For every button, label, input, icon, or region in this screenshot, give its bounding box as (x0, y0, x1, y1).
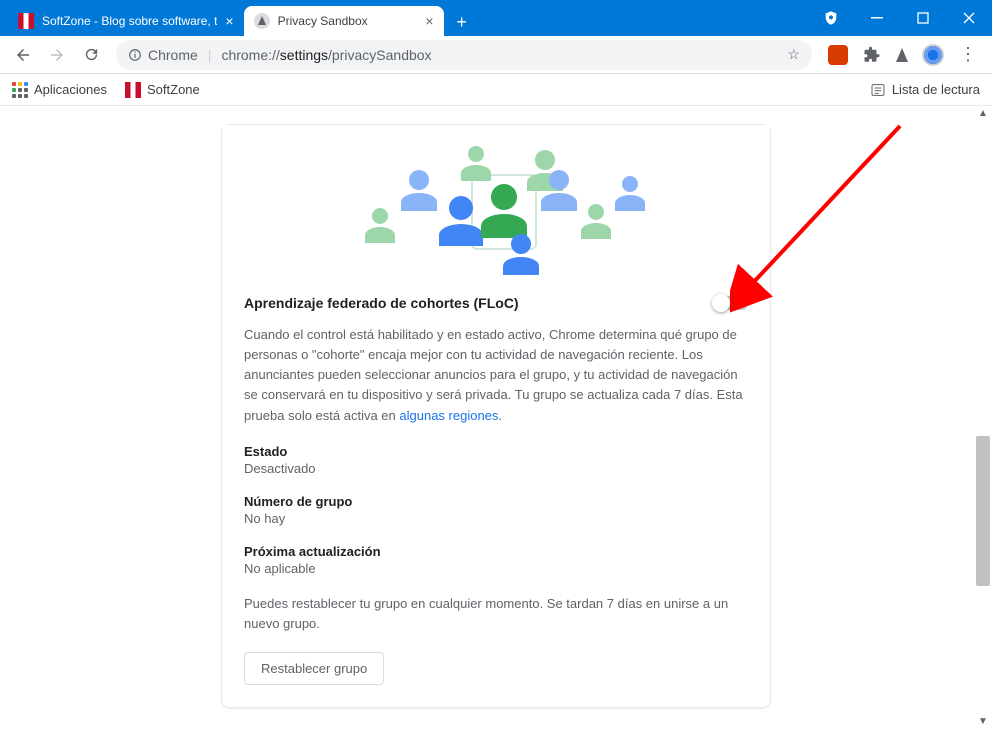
bookmarks-bar: Aplicaciones SoftZone Lista de lectura (0, 74, 992, 106)
scroll-up-icon[interactable]: ▲ (976, 106, 990, 120)
next-update-field: Próxima actualización No aplicable (244, 544, 748, 576)
tab-title: SoftZone - Blog sobre software, t (42, 14, 217, 28)
person-highlight-icon (481, 184, 527, 238)
account-shield-icon[interactable] (808, 0, 854, 36)
tab-privacy-sandbox[interactable]: Privacy Sandbox × (244, 6, 444, 36)
tab-title: Privacy Sandbox (278, 14, 418, 28)
person-icon (615, 176, 645, 211)
person-icon (581, 204, 611, 239)
group-label: Número de grupo (244, 494, 748, 509)
page-viewport: Aprendizaje federado de cohortes (FLoC) … (0, 106, 992, 744)
scroll-down-icon[interactable]: ▼ (976, 714, 990, 728)
titlebar: SoftZone - Blog sobre software, t × Priv… (0, 0, 992, 36)
next-label: Próxima actualización (244, 544, 748, 559)
reload-button[interactable] (76, 40, 106, 70)
address-bar[interactable]: Chrome | chrome://settings/privacySandbo… (116, 40, 812, 70)
extensions-button[interactable] (862, 45, 882, 65)
bookmark-label: SoftZone (147, 82, 200, 97)
back-button[interactable] (8, 40, 38, 70)
person-icon (401, 170, 437, 211)
status-field: Estado Desactivado (244, 444, 748, 476)
forward-button[interactable] (42, 40, 72, 70)
close-tab-icon[interactable]: × (425, 13, 433, 29)
floc-description: Cuando el control está habilitado y en e… (244, 325, 748, 426)
apps-label: Aplicaciones (34, 82, 107, 97)
bookmark-softzone[interactable]: SoftZone (125, 82, 200, 98)
window-controls (808, 0, 992, 36)
scrollbar[interactable]: ▲ ▼ (976, 106, 990, 728)
tab-softzone[interactable]: SoftZone - Blog sobre software, t × (8, 6, 244, 36)
close-tab-icon[interactable]: × (225, 13, 233, 29)
status-value: Desactivado (244, 461, 748, 476)
extensions-area: ⋮ (822, 44, 984, 66)
toolbar: Chrome | chrome://settings/privacySandbo… (0, 36, 992, 74)
person-icon (365, 208, 395, 243)
reading-list-label: Lista de lectura (892, 82, 980, 97)
apps-icon (12, 82, 28, 98)
profile-avatar[interactable] (922, 44, 944, 66)
window-close-button[interactable] (946, 0, 992, 36)
group-value: No hay (244, 511, 748, 526)
new-tab-button[interactable]: + (448, 8, 476, 36)
person-icon (461, 146, 491, 181)
minimize-button[interactable] (854, 0, 900, 36)
chrome-menu-button[interactable]: ⋮ (958, 45, 978, 65)
reset-group-button[interactable]: Restablecer grupo (244, 652, 384, 685)
apps-shortcut[interactable]: Aplicaciones (12, 82, 107, 98)
floc-toggle[interactable] (714, 296, 748, 310)
favicon-softzone-icon (125, 82, 141, 98)
toggle-knob (712, 294, 730, 312)
person-icon (503, 234, 539, 275)
floc-illustration (222, 125, 770, 275)
separator: | (208, 47, 212, 63)
floc-title: Aprendizaje federado de cohortes (FLoC) (244, 295, 519, 311)
reset-note: Puedes restablecer tu grupo en cualquier… (244, 594, 748, 634)
floc-setting-row: Aprendizaje federado de cohortes (FLoC) (244, 295, 748, 311)
regions-link[interactable]: algunas regiones (399, 408, 498, 423)
reading-list-button[interactable]: Lista de lectura (870, 82, 980, 98)
url-text: chrome://settings/privacySandbox (221, 47, 431, 63)
next-value: No aplicable (244, 561, 748, 576)
bookmark-star-icon[interactable]: ☆ (787, 46, 800, 63)
maximize-button[interactable] (900, 0, 946, 36)
site-label: Chrome (148, 47, 198, 63)
group-field: Número de grupo No hay (244, 494, 748, 526)
favicon-privacy-icon (254, 13, 270, 29)
scroll-thumb[interactable] (976, 436, 990, 586)
floc-card: Aprendizaje federado de cohortes (FLoC) … (221, 124, 771, 708)
tab-strip: SoftZone - Blog sobre software, t × Priv… (0, 0, 808, 36)
person-icon (541, 170, 577, 211)
office-extension-icon[interactable] (828, 45, 848, 65)
site-info-button[interactable]: Chrome (128, 47, 198, 63)
favicon-softzone-icon (18, 13, 34, 29)
person-icon (439, 196, 483, 246)
labs-icon[interactable] (896, 48, 908, 62)
status-label: Estado (244, 444, 748, 459)
